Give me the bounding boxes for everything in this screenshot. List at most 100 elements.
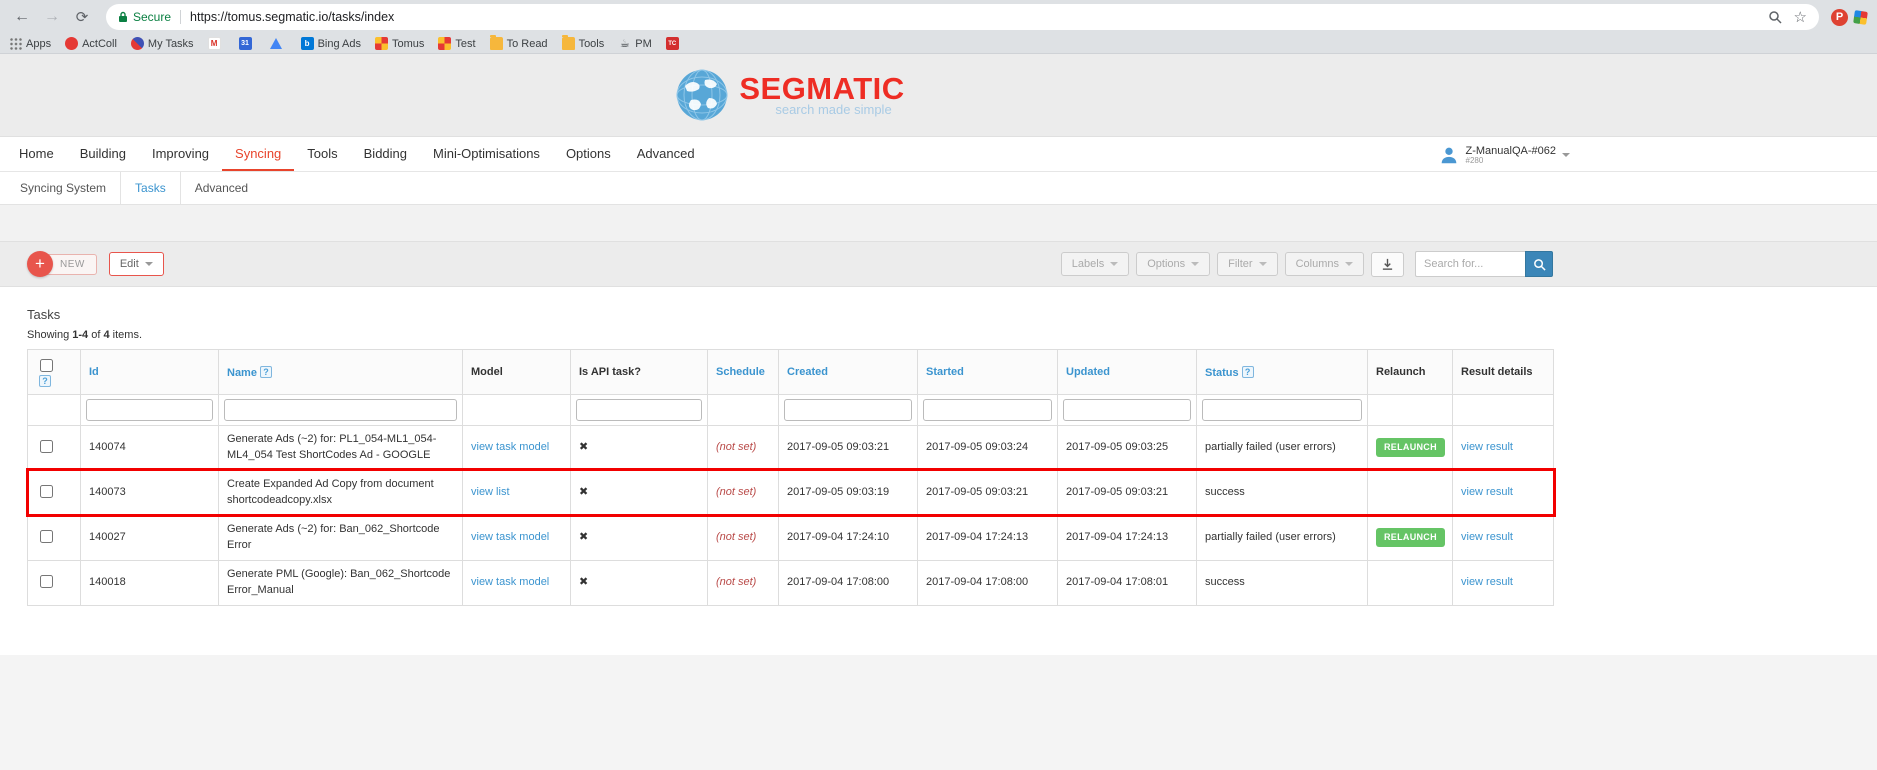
- column-filter-input[interactable]: [224, 399, 457, 421]
- export-download-button[interactable]: [1371, 251, 1404, 277]
- filter-cell: [707, 394, 779, 426]
- sub-nav-item[interactable]: Tasks: [120, 172, 181, 204]
- row-checkbox[interactable]: [40, 439, 53, 453]
- relaunch-button[interactable]: RELAUNCH: [1376, 438, 1445, 458]
- main-nav-item-label: Bidding: [363, 145, 408, 161]
- sub-nav-item[interactable]: Advanced: [181, 172, 262, 204]
- main-nav-item[interactable]: Improving: [139, 137, 222, 171]
- column-header-label[interactable]: Updated: [1066, 366, 1110, 378]
- row-checkbox-cell: [27, 469, 81, 516]
- toolbar-dropdown-button[interactable]: Options: [1136, 252, 1211, 276]
- view-result-link[interactable]: view result: [1461, 576, 1513, 588]
- user-avatar-icon: [1441, 147, 1456, 164]
- column-filter-input[interactable]: [923, 399, 1052, 421]
- model-link[interactable]: view list: [471, 486, 510, 498]
- column-filter-input[interactable]: [784, 399, 912, 421]
- main-nav-item[interactable]: Tools: [294, 137, 350, 171]
- bookmark-item[interactable]: To Read: [489, 35, 548, 50]
- bookmark-item[interactable]: Tomus: [374, 37, 425, 50]
- column-filter-input[interactable]: [576, 399, 702, 421]
- column-header-label[interactable]: Name: [227, 367, 257, 379]
- column-filter-input[interactable]: [1202, 399, 1362, 421]
- extension-p-icon[interactable]: P: [1831, 8, 1848, 26]
- filter-cell: [917, 394, 1058, 426]
- new-task-button[interactable]: NEW: [27, 251, 97, 277]
- created-cell: 2017-09-05 09:03:21: [778, 425, 918, 471]
- bookmark-favicon: [374, 37, 388, 50]
- updated-cell: 2017-09-04 17:08:01: [1057, 559, 1197, 606]
- url-text[interactable]: https://tomus.segmatic.io/tasks/index: [190, 10, 1768, 24]
- user-menu[interactable]: Z-ManualQA-#062 #280: [1438, 137, 1570, 173]
- extension-pen-icon[interactable]: [1853, 9, 1868, 25]
- segmatic-logo[interactable]: SEGMATIC search made simple: [675, 68, 904, 122]
- back-button[interactable]: [10, 5, 34, 29]
- column-header-label[interactable]: Status: [1205, 367, 1239, 379]
- column-header-label[interactable]: Relaunch: [1376, 366, 1426, 378]
- bookmark-item[interactable]: PM: [618, 37, 652, 50]
- column-header-label[interactable]: Created: [787, 366, 828, 378]
- model-link[interactable]: view task model: [471, 576, 549, 588]
- search-input[interactable]: [1415, 251, 1525, 277]
- bookmark-label: My Tasks: [147, 37, 194, 50]
- main-nav-item[interactable]: Advanced: [624, 137, 708, 171]
- column-filter-input[interactable]: [1063, 399, 1191, 421]
- row-checkbox-cell: [27, 559, 81, 606]
- results-summary: Showing 1-4 of 4 items.: [27, 329, 1877, 341]
- bookmark-item[interactable]: My Tasks: [130, 37, 194, 50]
- address-bar[interactable]: Secure https://tomus.segmatic.io/tasks/i…: [106, 4, 1819, 30]
- main-nav-item[interactable]: Home: [6, 137, 67, 171]
- view-result-link[interactable]: view result: [1461, 486, 1513, 498]
- main-nav-item-label: Tools: [307, 145, 338, 161]
- bookmark-item[interactable]: Apps: [10, 37, 51, 50]
- row-checkbox[interactable]: [40, 574, 53, 588]
- edit-button[interactable]: Edit: [108, 252, 164, 276]
- column-header-label[interactable]: Is API task?: [579, 366, 641, 378]
- bookmark-item[interactable]: Bing Ads: [300, 37, 361, 50]
- model-link[interactable]: view task model: [471, 531, 549, 543]
- bookmark-item[interactable]: [207, 37, 225, 50]
- column-header-label[interactable]: Id: [89, 366, 99, 378]
- help-icon[interactable]: [39, 375, 51, 387]
- toolbar-dropdown-button[interactable]: Columns: [1284, 252, 1364, 276]
- select-all-checkbox[interactable]: [40, 359, 53, 372]
- bookmark-item[interactable]: [665, 37, 683, 50]
- column-filter-input[interactable]: [86, 399, 213, 421]
- forward-button[interactable]: [40, 5, 64, 29]
- toolbar-dropdown-button[interactable]: Labels: [1060, 252, 1130, 276]
- row-checkbox[interactable]: [40, 529, 53, 543]
- task-id-cell: 140027: [80, 514, 219, 561]
- main-nav-item[interactable]: Options: [553, 137, 624, 171]
- bookmark-item[interactable]: Test: [438, 37, 476, 50]
- zoom-icon[interactable]: [1768, 10, 1782, 24]
- column-header-label[interactable]: Started: [926, 366, 964, 378]
- row-checkbox[interactable]: [40, 484, 53, 498]
- column-header-label[interactable]: Model: [471, 366, 503, 378]
- bookmark-item[interactable]: ActColl: [65, 37, 117, 50]
- main-nav-item[interactable]: Bidding: [351, 137, 420, 171]
- view-result-link[interactable]: view result: [1461, 441, 1513, 453]
- result-cell: view result: [1452, 559, 1554, 606]
- main-nav-item[interactable]: Syncing: [222, 137, 295, 171]
- bookmark-item[interactable]: [238, 37, 256, 50]
- model-link[interactable]: view task model: [471, 441, 549, 453]
- column-header-label[interactable]: Result details: [1461, 366, 1533, 378]
- main-nav-item[interactable]: Building: [67, 137, 139, 171]
- help-icon[interactable]: [259, 365, 272, 378]
- search-button[interactable]: [1525, 251, 1553, 277]
- main-navigation: Z-ManualQA-#062 #280 Home Building Impro…: [0, 136, 1877, 172]
- help-icon[interactable]: [1241, 365, 1254, 378]
- main-nav-item[interactable]: Mini-Optimisations: [420, 137, 553, 171]
- bookmark-star-icon[interactable]: [1794, 8, 1807, 27]
- relaunch-button[interactable]: RELAUNCH: [1376, 528, 1445, 548]
- bookmark-item[interactable]: Tools: [561, 35, 604, 50]
- bookmark-item[interactable]: [270, 37, 287, 50]
- sub-nav-item[interactable]: Syncing System: [6, 172, 120, 204]
- view-result-link[interactable]: view result: [1461, 531, 1513, 543]
- sub-navigation: Syncing System Tasks Advanced: [0, 172, 1877, 205]
- reload-button[interactable]: [70, 5, 94, 29]
- bookmark-label: Tomus: [391, 37, 425, 50]
- filter-cell: [80, 394, 219, 426]
- actions-toolbar: NEW Edit Labels Options Filter Columns: [0, 241, 1877, 287]
- column-header-label[interactable]: Schedule: [716, 366, 765, 378]
- toolbar-dropdown-button[interactable]: Filter: [1217, 252, 1278, 276]
